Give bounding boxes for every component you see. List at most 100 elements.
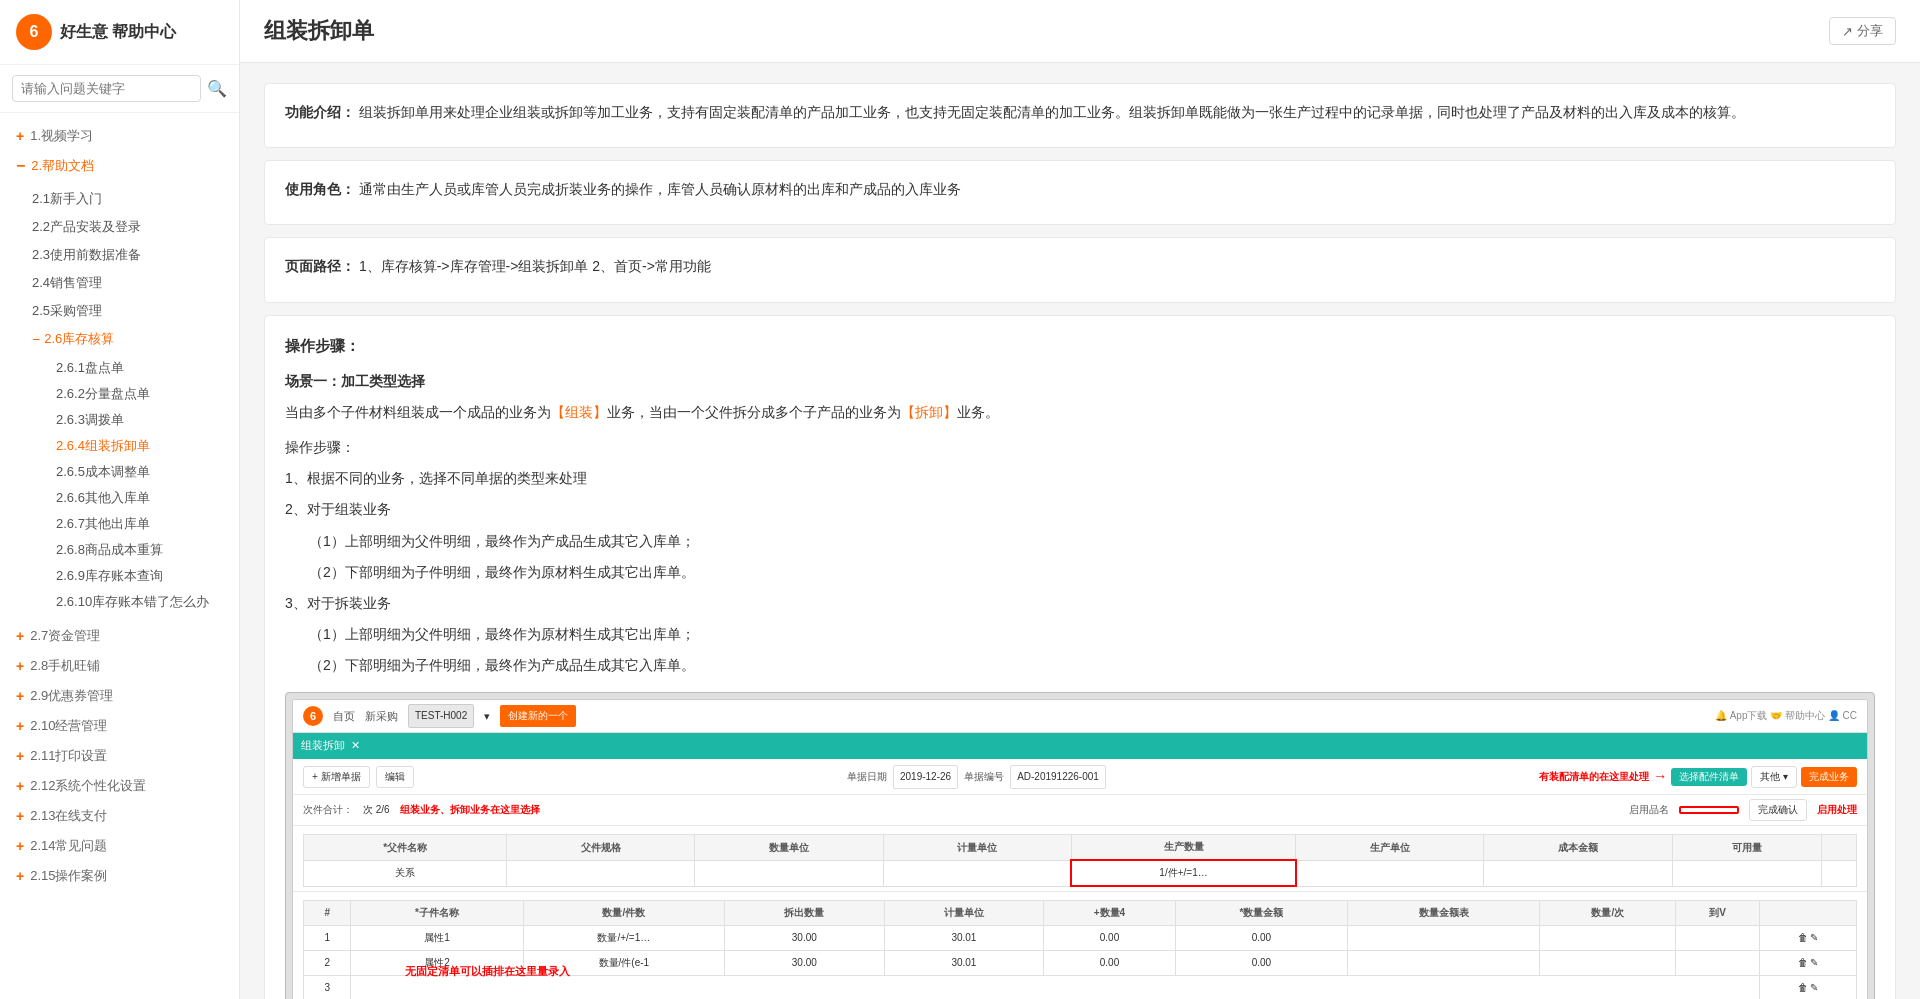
- mock-status-input[interactable]: [1679, 806, 1739, 814]
- scenario1-title: 场景一：加工类型选择: [285, 369, 1875, 394]
- sidebar-item-2-6-1[interactable]: 2.6.1盘点单: [48, 355, 239, 381]
- sidebar-item-video[interactable]: + 1.视频学习: [0, 121, 239, 151]
- mock-toolbar-item1: 组装拆卸: [301, 736, 345, 756]
- search-input[interactable]: [12, 75, 201, 102]
- annotation2-text: 组装业务、拆卸业务在这里选择: [400, 801, 540, 819]
- mock-date-label: 单据日期: [847, 768, 887, 786]
- mock-th2-10: [1759, 901, 1856, 926]
- mock-row2-10: 🗑 ✎: [1759, 951, 1856, 976]
- mock-btn-edit[interactable]: 编辑: [376, 766, 414, 788]
- share-button[interactable]: ↗ 分享: [1829, 17, 1896, 45]
- sidebar-item-2-6-wrapper[interactable]: − 2.6库存核算: [32, 325, 239, 353]
- mock-th2-5: +数量4: [1044, 901, 1176, 926]
- intro-label: 功能介绍：: [285, 104, 355, 120]
- mock-th-8: 可用量: [1672, 835, 1822, 861]
- intro-text: 功能介绍： 组装拆卸单用来处理企业组装或拆卸等加工业务，支持有固定装配清单的产品…: [285, 100, 1875, 125]
- sidebar-item-2-4[interactable]: 2.4销售管理: [32, 269, 239, 297]
- mock-submit-btn[interactable]: 完成业务: [1801, 767, 1857, 787]
- mock-th2-0: #: [304, 901, 351, 926]
- sidebar-item-label: 2.8手机旺铺: [30, 657, 100, 675]
- mock-nav-item: 自页: [333, 707, 355, 727]
- mock-confirm-btn[interactable]: 完成确认: [1749, 799, 1807, 821]
- mock-toolbar-item2: ✕: [351, 736, 360, 756]
- plus-icon: +: [16, 628, 24, 644]
- sidebar-item-2-6-4[interactable]: 2.6.4组装拆卸单: [48, 433, 239, 459]
- mock-th-5: 生产数量: [1071, 835, 1295, 861]
- mock-th-3: 数量单位: [695, 835, 883, 861]
- mock-lower-table: # *子件名称 数量/件数 拆出数量 计量单位 +数量4 *数量金额 数量金额表: [303, 900, 1857, 999]
- sidebar: 6 好生意 帮助中心 🔍 + 1.视频学习 − 2.帮助文档 2.1新手入门 2…: [0, 0, 240, 999]
- page-header: 组装拆卸单 ↗ 分享: [240, 0, 1920, 63]
- mock-testid: TEST-H002: [408, 704, 474, 728]
- sidebar-item-label: 2.12系统个性化设置: [30, 777, 146, 795]
- sidebar-item-2-5[interactable]: 2.5采购管理: [32, 297, 239, 325]
- path-label: 页面路径：: [285, 258, 355, 274]
- mock-date-value: 2019-12-26: [893, 765, 958, 789]
- mock-td-2: [507, 860, 695, 886]
- mock-row2-0: 2: [304, 951, 351, 976]
- mock-td-1: 关系: [304, 860, 507, 886]
- mock-th-2: 父件规格: [507, 835, 695, 861]
- mock-icons-area: 🔔 App下载 🤝 帮助中心 👤 CC: [1715, 707, 1857, 725]
- mock-row1-9: [1676, 926, 1760, 951]
- sidebar-item-2-15[interactable]: + 2.15操作案例: [0, 861, 239, 891]
- mock-row1-7: [1348, 926, 1540, 951]
- path-body: 1、库存核算->库存管理->组装拆卸单 2、首页->常用功能: [359, 258, 711, 274]
- sidebar-item-2-6-5[interactable]: 2.6.5成本调整单: [48, 459, 239, 485]
- mock-row2-3: 30.00: [725, 951, 885, 976]
- highlight-chaiqie: 【拆卸】: [901, 404, 957, 420]
- sidebar-item-2-9[interactable]: + 2.9优惠券管理: [0, 681, 239, 711]
- mock-td-3: [695, 860, 883, 886]
- mock-row2-8: [1540, 951, 1676, 976]
- sidebar-item-2-2[interactable]: 2.2产品安装及登录: [32, 213, 239, 241]
- search-button[interactable]: 🔍: [207, 79, 227, 98]
- ops-steps-label: 操作步骤：: [285, 435, 1875, 460]
- intro-body: 组装拆卸单用来处理企业组装或拆卸等加工业务，支持有固定装配清单的产品加工业务，也…: [359, 104, 1745, 120]
- mock-create-btn[interactable]: 创建新的一个: [500, 705, 576, 727]
- page-title: 组装拆卸单: [264, 16, 374, 46]
- plus-icon: +: [16, 748, 24, 764]
- sidebar-item-2-6-8[interactable]: 2.6.8商品成本重算: [48, 537, 239, 563]
- sidebar-item-2-3[interactable]: 2.3使用前数据准备: [32, 241, 239, 269]
- sidebar-item-2-10[interactable]: + 2.10经营管理: [0, 711, 239, 741]
- main-content: 功能介绍： 组装拆卸单用来处理企业组装或拆卸等加工业务，支持有固定装配清单的产品…: [240, 63, 1920, 999]
- mock-th2-3: 拆出数量: [725, 901, 885, 926]
- sidebar-item-2-6-6[interactable]: 2.6.6其他入库单: [48, 485, 239, 511]
- sidebar-nav: + 1.视频学习 − 2.帮助文档 2.1新手入门 2.2产品安装及登录 2.3…: [0, 113, 239, 999]
- sidebar-item-2-12[interactable]: + 2.12系统个性化设置: [0, 771, 239, 801]
- mock-row3-0: 3: [304, 976, 351, 999]
- mock-td-5-highlight: 1/件+/=1…: [1071, 860, 1295, 886]
- step3-2: （2）下部明细为子件明细，最终作为产成品生成其它入库单。: [285, 653, 1875, 678]
- sidebar-item-2-1[interactable]: 2.1新手入门: [32, 185, 239, 213]
- mock-row1-0: 1: [304, 926, 351, 951]
- sidebar-item-2-6-7[interactable]: 2.6.7其他出库单: [48, 511, 239, 537]
- mock-select-btn[interactable]: 选择配件清单: [1671, 768, 1747, 786]
- sidebar-item-2-6-3[interactable]: 2.6.3调拨单: [48, 407, 239, 433]
- sidebar-item-2-13[interactable]: + 2.13在线支付: [0, 801, 239, 831]
- ops-card: 操作步骤： 场景一：加工类型选择 当由多个子件材料组装成一个成品的业务为【组装】…: [264, 315, 1896, 999]
- sidebar-item-2-7[interactable]: + 2.7资金管理: [0, 621, 239, 651]
- sidebar-item-2-6-9[interactable]: 2.6.9库存账本查询: [48, 563, 239, 589]
- sidebar-item-helpdoc[interactable]: − 2.帮助文档: [0, 151, 239, 181]
- annotation4-text: 无固定清单可以插排在这里量录入: [405, 962, 570, 982]
- mock-td-4: [883, 860, 1071, 886]
- sidebar-item-2-11[interactable]: + 2.11打印设置: [0, 741, 239, 771]
- steps-container: 1、根据不同的业务，选择不同单据的类型来处理 2、对于组装业务 （1）上部明细为…: [285, 466, 1875, 678]
- mock-th-7: 成本金额: [1484, 835, 1672, 861]
- mock-row1-8: [1540, 926, 1676, 951]
- path-text: 页面路径： 1、库存核算->库存管理->组装拆卸单 2、首页->常用功能: [285, 254, 1875, 279]
- sidebar-item-2-14[interactable]: + 2.14常见问题: [0, 831, 239, 861]
- mock-more-btn[interactable]: 其他 ▾: [1751, 766, 1797, 788]
- sidebar-item-2-8[interactable]: + 2.8手机旺铺: [0, 651, 239, 681]
- mock-row2-7: [1348, 951, 1540, 976]
- mock-td-8: [1672, 860, 1822, 886]
- sidebar-item-2-6[interactable]: 2.6库存核算: [44, 330, 114, 348]
- sidebar-item-label: 2.15操作案例: [30, 867, 107, 885]
- mock-th2-8: 数量/次: [1540, 901, 1676, 926]
- intro-card: 功能介绍： 组装拆卸单用来处理企业组装或拆卸等加工业务，支持有固定装配清单的产品…: [264, 83, 1896, 148]
- sidebar-item-2-6-2[interactable]: 2.6.2分量盘点单: [48, 381, 239, 407]
- sidebar-item-2-6-10[interactable]: 2.6.10库存账本错了怎么办: [48, 589, 239, 615]
- mock-btn-new[interactable]: + 新增单据: [303, 766, 370, 788]
- mock-logo: 6: [303, 706, 323, 726]
- annotation1-text: 有装配清单的在这里处理: [1539, 768, 1649, 786]
